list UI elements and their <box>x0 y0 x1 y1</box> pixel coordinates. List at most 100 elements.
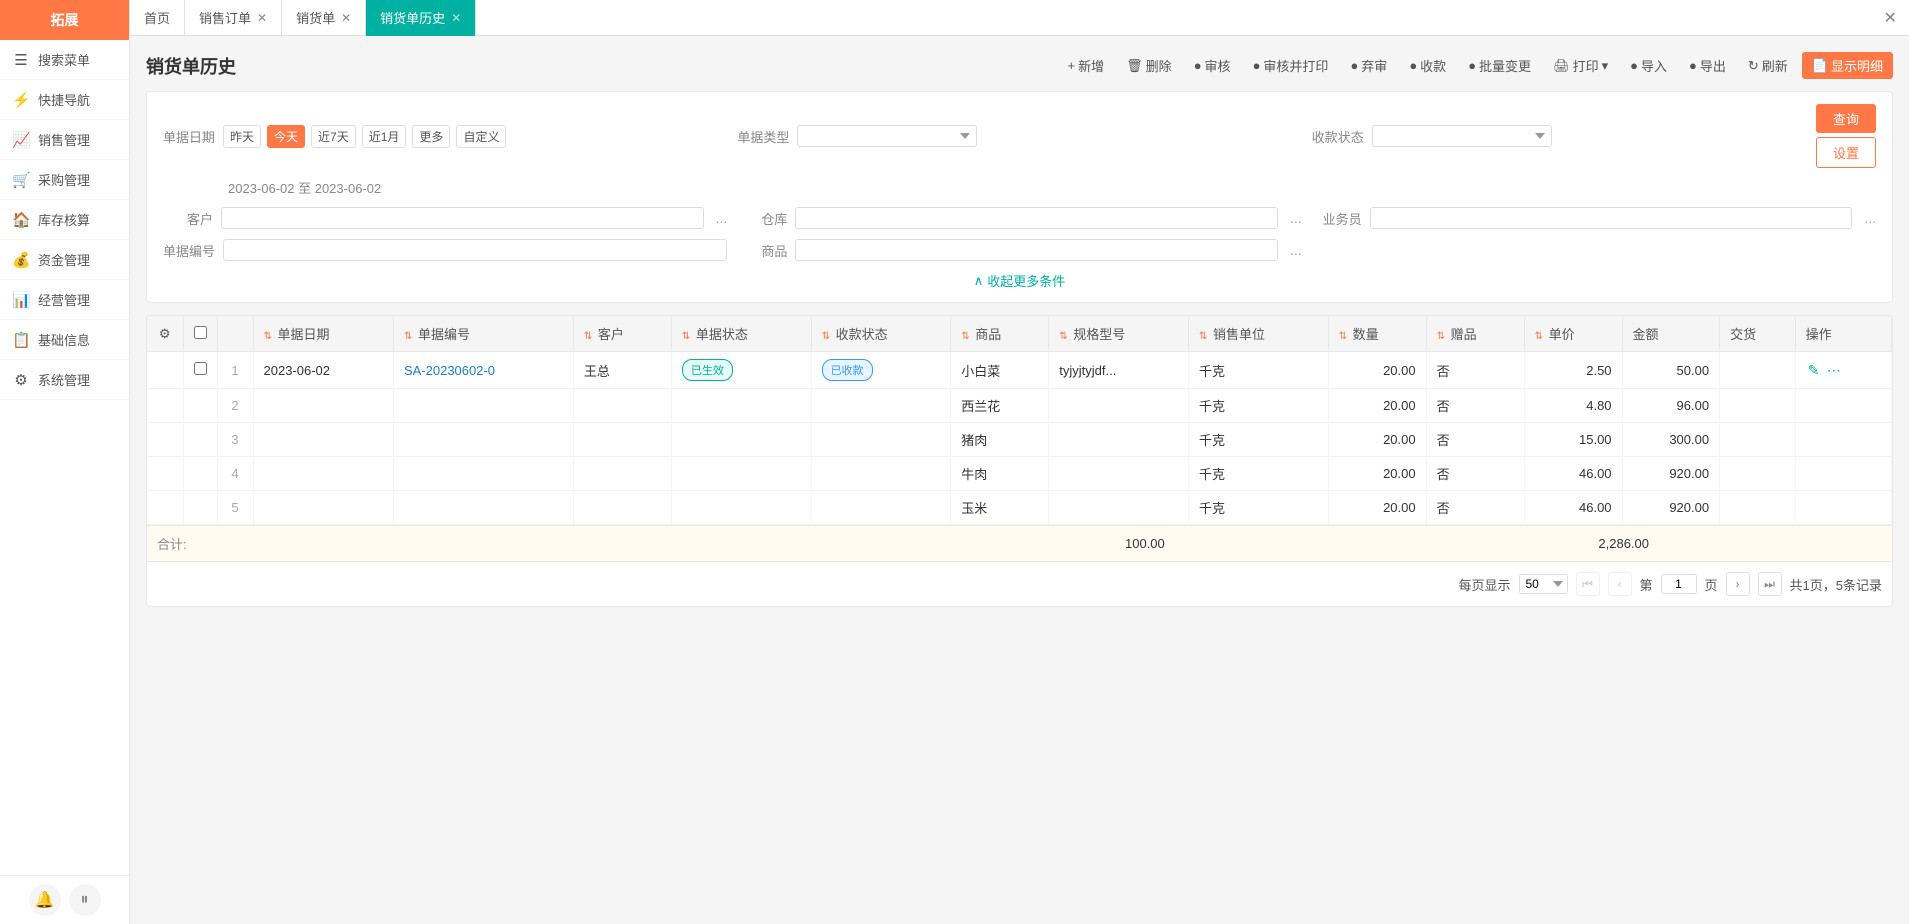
date-1month-btn[interactable]: 近1月 <box>362 125 407 148</box>
edit-action-btn[interactable]: ✎ <box>1806 362 1822 378</box>
show-detail-button[interactable]: 📄 显示明细 <box>1802 52 1893 79</box>
sidebar-item-operations[interactable]: 📊 经营管理 <box>0 280 129 320</box>
date-yesterday-btn[interactable]: 昨天 <box>223 125 261 148</box>
new-button[interactable]: + 新增 <box>1060 52 1113 79</box>
th-settings[interactable]: ⚙ <box>147 316 183 352</box>
sidebar-item-search-menu[interactable]: ☰ 搜索菜单 <box>0 40 129 80</box>
cell-checkbox[interactable] <box>183 352 217 389</box>
date-custom-btn[interactable]: 自定义 <box>456 125 506 148</box>
tab-sales-order-close[interactable]: ✕ <box>257 11 267 25</box>
cell-unit: 千克 <box>1188 389 1328 423</box>
cell-checkbox[interactable] <box>183 423 217 457</box>
cell-spec <box>1049 423 1189 457</box>
sidebar-item-quick-nav[interactable]: ⚡ 快捷导航 <box>0 80 129 120</box>
set-button[interactable]: 设置 <box>1816 137 1876 168</box>
doc-status-badge: 已生效 <box>682 359 733 381</box>
refresh-button[interactable]: ↻ 刷新 <box>1740 52 1796 79</box>
th-spec[interactable]: ⇅ 规格型号 <box>1049 316 1189 352</box>
sidebar-item-sales-mgmt[interactable]: 📈 销售管理 <box>0 120 129 160</box>
cell-rownum: 1 <box>217 352 253 389</box>
query-button[interactable]: 查询 <box>1816 104 1876 133</box>
cell-doc-no[interactable] <box>393 491 573 525</box>
th-checkbox[interactable] <box>183 316 217 352</box>
pause-button[interactable]: ⏸ <box>69 884 101 916</box>
cell-doc-no[interactable] <box>393 423 573 457</box>
cell-doc-no[interactable]: SA-20230602-0 <box>393 352 573 389</box>
date-today-btn[interactable]: 今天 <box>267 125 305 148</box>
th-price[interactable]: ⇅ 单价 <box>1524 316 1622 352</box>
cell-checkbox[interactable] <box>183 457 217 491</box>
delete-button[interactable]: 🗑 删除 <box>1118 52 1180 79</box>
print-button[interactable]: 🖨 打印 ▾ <box>1545 52 1616 79</box>
first-page-button[interactable]: ⏮ <box>1576 572 1600 596</box>
batch-change-button[interactable]: ● 批量变更 <box>1460 52 1539 79</box>
filter-doctype-select[interactable] <box>797 125 977 147</box>
tab-sales-history[interactable]: 销货单历史 ✕ <box>366 0 476 36</box>
tab-sales-delivery-close[interactable]: ✕ <box>341 11 351 25</box>
audit-button[interactable]: ● 审核 <box>1186 52 1239 79</box>
cell-goods: 小白菜 <box>951 352 1049 389</box>
cell-checkbox[interactable] <box>183 491 217 525</box>
cell-checkbox[interactable] <box>183 389 217 423</box>
export-button[interactable]: ● 导出 <box>1681 52 1734 79</box>
filter-salesperson-input[interactable] <box>1370 207 1853 229</box>
last-page-button[interactable]: ⏭ <box>1758 572 1782 596</box>
cell-price: 46.00 <box>1524 491 1622 525</box>
next-page-button[interactable]: › <box>1726 572 1750 596</box>
tab-sales-order[interactable]: 销售订单 ✕ <box>185 0 282 36</box>
filter-goods-label: 商品 <box>737 241 787 260</box>
cell-doc-no[interactable] <box>393 457 573 491</box>
sidebar-item-label: 系统管理 <box>38 370 90 389</box>
table-row: 5 玉米 千克 20.00 否 46.00 920.00 <box>147 491 1892 525</box>
sidebar-bottom: 🔔 ⏸ <box>0 875 129 924</box>
cell-rownum: 3 <box>217 423 253 457</box>
filter-goods-input[interactable] <box>795 239 1278 261</box>
salesperson-dots: ... <box>1864 210 1876 226</box>
page-size-select[interactable]: 50 20 100 <box>1519 574 1568 594</box>
th-gift[interactable]: ⇅ 赠品 <box>1426 316 1524 352</box>
filter-customer-label: 客户 <box>163 209 213 228</box>
filter-warehouse-input[interactable] <box>795 207 1278 229</box>
spec-sort-icon: ⇅ <box>1059 331 1067 342</box>
select-all-checkbox[interactable] <box>194 326 207 339</box>
th-qty[interactable]: ⇅ 数量 <box>1328 316 1426 352</box>
cell-unit: 千克 <box>1188 352 1328 389</box>
th-doc-no[interactable]: ⇅ 单据编号 <box>393 316 573 352</box>
th-doc-date[interactable]: ⇅ 单据日期 <box>253 316 393 352</box>
tab-sales-delivery[interactable]: 销货单 ✕ <box>282 0 366 36</box>
th-unit[interactable]: ⇅ 销售单位 <box>1188 316 1328 352</box>
cell-doc-no[interactable] <box>393 389 573 423</box>
filter-docno-input[interactable] <box>223 239 727 261</box>
tab-home[interactable]: 首页 <box>130 0 185 36</box>
window-close-button[interactable]: ✕ <box>1872 8 1909 28</box>
audit-print-button[interactable]: ● 审核并打印 <box>1245 52 1337 79</box>
page-input[interactable] <box>1661 574 1697 594</box>
abandon-button[interactable]: ● 弃审 <box>1342 52 1395 79</box>
filter-customer-input[interactable] <box>221 207 704 229</box>
filter-collapse-btn[interactable]: ∧ 收起更多条件 <box>163 271 1876 290</box>
th-goods[interactable]: ⇅ 商品 <box>951 316 1049 352</box>
notification-button[interactable]: 🔔 <box>29 884 61 916</box>
th-payment-status[interactable]: ⇅ 收款状态 <box>811 316 951 352</box>
date-7days-btn[interactable]: 近7天 <box>311 125 356 148</box>
tab-sales-history-close[interactable]: ✕ <box>451 11 461 25</box>
sidebar-item-finance[interactable]: 💰 资金管理 <box>0 240 129 280</box>
th-customer[interactable]: ⇅ 客户 <box>573 316 671 352</box>
cell-spec <box>1049 491 1189 525</box>
cell-amount: 50.00 <box>1622 352 1720 389</box>
collect-button[interactable]: ● 收款 <box>1401 52 1454 79</box>
row-checkbox[interactable] <box>194 362 207 375</box>
import-button[interactable]: ● 导入 <box>1622 52 1675 79</box>
prev-page-button[interactable]: ‹ <box>1608 572 1632 596</box>
more-action-btn[interactable]: ⋯ <box>1825 362 1843 378</box>
cell-qty: 20.00 <box>1328 491 1426 525</box>
warehouse-dots: ... <box>1290 210 1302 226</box>
date-more-btn[interactable]: 更多 <box>412 125 450 148</box>
cell-actions <box>1795 491 1891 525</box>
sidebar-item-basic-info[interactable]: 📋 基础信息 <box>0 320 129 360</box>
filter-payment-select[interactable] <box>1372 125 1552 147</box>
sidebar-item-system-mgmt[interactable]: ⚙ 系统管理 <box>0 360 129 400</box>
sidebar-item-purchase-mgmt[interactable]: 🛒 采购管理 <box>0 160 129 200</box>
th-doc-status[interactable]: ⇅ 单据状态 <box>671 316 811 352</box>
sidebar-item-inventory[interactable]: 🏠 库存核算 <box>0 200 129 240</box>
